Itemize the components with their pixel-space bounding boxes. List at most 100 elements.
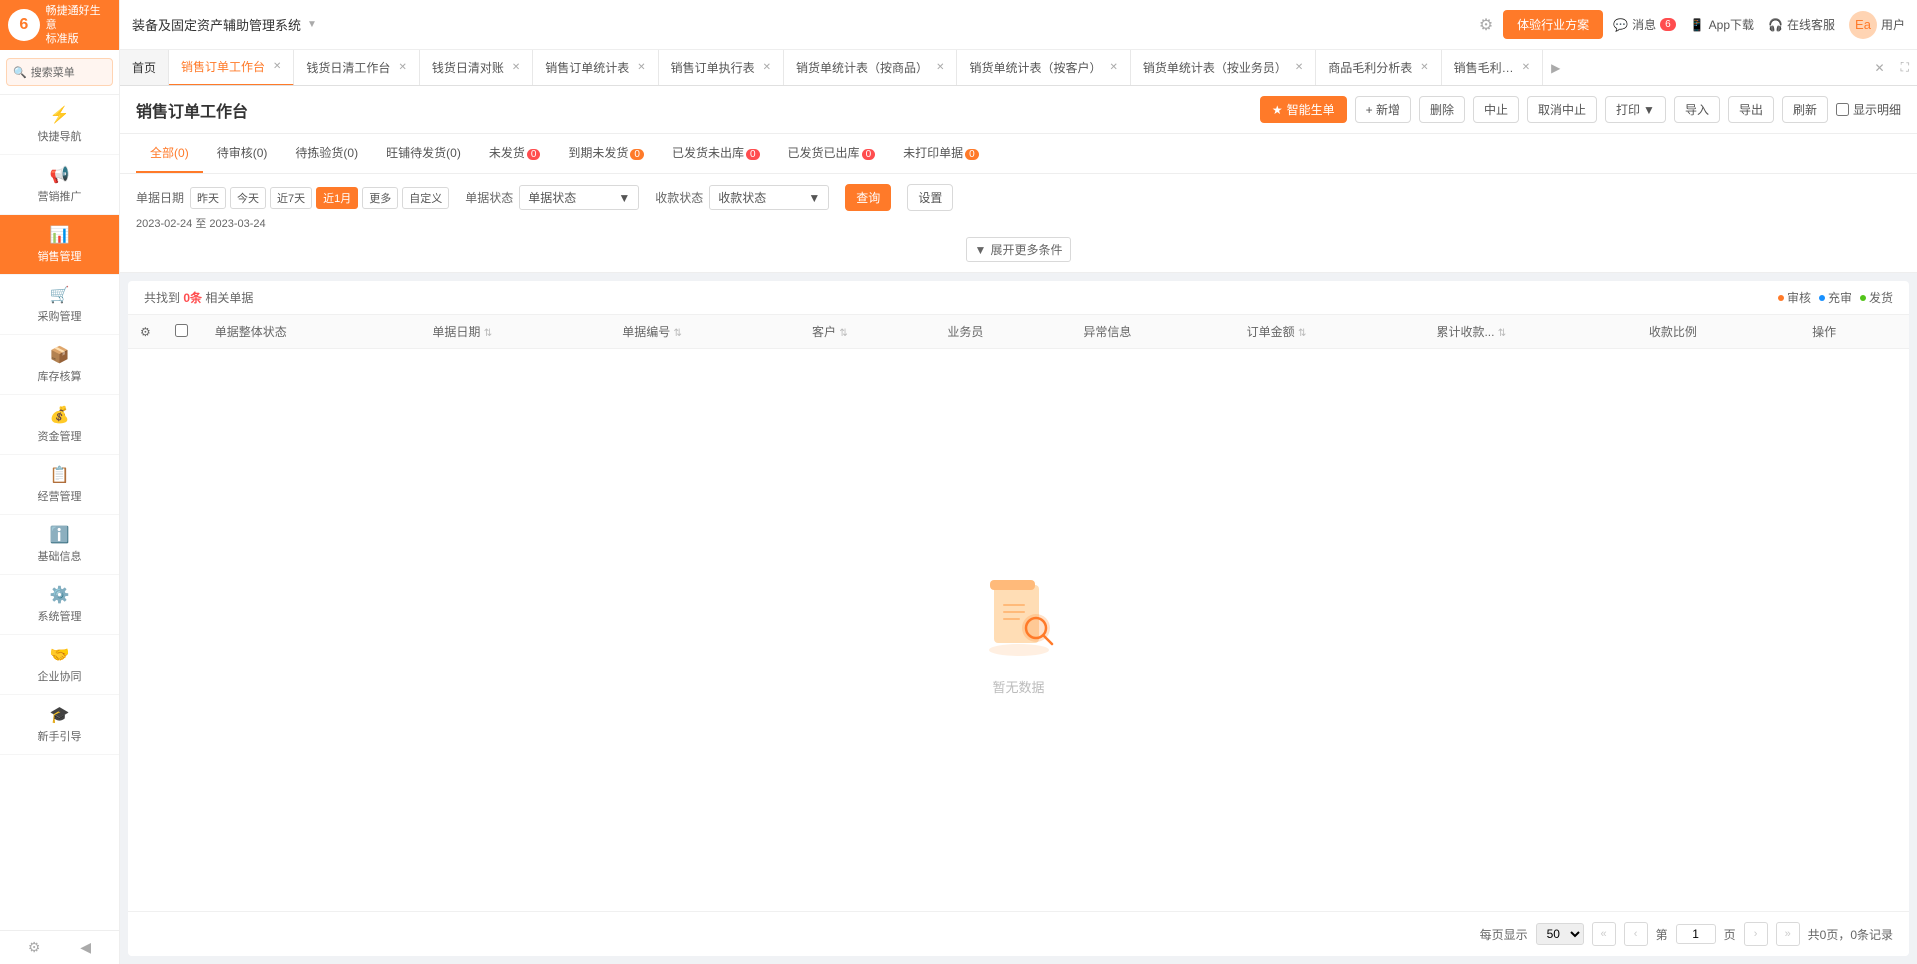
subtab-wangpu-pending[interactable]: 旺铺待发货(0) [372, 134, 475, 173]
tab-cashier-workbench[interactable]: 钱货日清工作台 ✕ [294, 50, 419, 86]
tab-close-icon[interactable]: ✕ [273, 61, 281, 72]
sort-icon: ⇅ [839, 328, 847, 339]
print-button[interactable]: 打印 ▼ [1605, 96, 1666, 123]
tab-close-icon[interactable]: ✕ [1109, 62, 1117, 73]
tab-close-icon[interactable]: ✕ [1522, 62, 1530, 73]
subtab-shipped-not-out[interactable]: 已发货未出库0 [658, 134, 774, 173]
date-btn-1month[interactable]: 近1月 [316, 187, 358, 209]
tab-sales-by-customer[interactable]: 销货单统计表（按客户） ✕ [957, 50, 1130, 86]
tab-home[interactable]: 首页 [120, 50, 169, 86]
date-btn-custom[interactable]: 自定义 [402, 187, 449, 209]
sidebar-item-enterprise[interactable]: 🤝 企业协同 [0, 635, 119, 695]
stop-button[interactable]: 中止 [1473, 96, 1519, 123]
tabbar-close-all-icon[interactable]: ✕ [1867, 50, 1893, 86]
prev-page-button[interactable]: ‹ [1624, 922, 1648, 946]
subtabs: 全部(0) 待审核(0) 待拣验货(0) 旺铺待发货(0) 未发货0 到期未发货… [120, 134, 1917, 174]
show-detail-checkbox[interactable] [1836, 103, 1849, 116]
subtab-pending-review[interactable]: 待审核(0) [203, 134, 282, 173]
settings-footer-icon[interactable]: ⚙ [28, 939, 41, 956]
subtab-not-printed[interactable]: 未打印单据0 [889, 134, 993, 173]
tab-sales-by-product[interactable]: 销货单统计表（按商品） ✕ [784, 50, 957, 86]
next-page-button[interactable]: › [1744, 922, 1768, 946]
message-button[interactable]: 💬 消息 6 [1613, 16, 1676, 33]
sidebar-item-operations[interactable]: 📋 经营管理 [0, 455, 119, 515]
date-btn-more[interactable]: 更多 [362, 187, 398, 209]
expand-more-button[interactable]: ▼ 展开更多条件 [966, 237, 1072, 262]
sidebar-item-basic-info[interactable]: ℹ️ 基础信息 [0, 515, 119, 575]
review-action-button[interactable]: 审核 [1778, 289, 1811, 306]
tab-sales-gross[interactable]: 销售毛利… ✕ [1442, 50, 1543, 86]
sidebar-item-marketing[interactable]: 📢 营销推广 [0, 155, 119, 215]
export-button[interactable]: 导出 [1728, 96, 1774, 123]
status-select[interactable]: 单据状态 ▼ [519, 185, 639, 210]
date-btn-yesterday[interactable]: 昨天 [190, 187, 226, 209]
sidebar-item-inventory[interactable]: 📦 库存核算 [0, 335, 119, 395]
refresh-button[interactable]: 刷新 [1782, 96, 1828, 123]
column-customer[interactable]: 客户 ⇅ [800, 315, 935, 349]
sidebar-item-finance[interactable]: 💰 资金管理 [0, 395, 119, 455]
status-select-arrow: ▼ [618, 191, 630, 205]
tab-sales-exec[interactable]: 销售订单执行表 ✕ [659, 50, 784, 86]
tabbar-expand-icon[interactable]: ⛶ [1893, 50, 1917, 86]
topbar-settings-icon[interactable]: ⚙ [1479, 15, 1493, 35]
column-doc-number[interactable]: 单据编号 ⇅ [610, 315, 800, 349]
tab-cashier-reconcile[interactable]: 钱货日清对账 ✕ [420, 50, 533, 86]
app-download-button[interactable]: 📱 App下载 [1690, 16, 1754, 33]
table-header-row: ⚙ 单据整体状态 单据日期 ⇅ [128, 315, 1909, 349]
tab-sales-workbench[interactable]: 销售订单工作台 ✕ [169, 50, 294, 86]
tab-sales-stats[interactable]: 销售订单统计表 ✕ [533, 50, 658, 86]
subtab-shipped-out[interactable]: 已发货已出库0 [774, 134, 890, 173]
tab-close-icon[interactable]: ✕ [1295, 62, 1303, 73]
date-btn-7days[interactable]: 近7天 [270, 187, 312, 209]
sidebar-item-quick-nav[interactable]: ⚡ 快捷导航 [0, 95, 119, 155]
solution-button[interactable]: 体验行业方案 [1503, 10, 1603, 39]
query-button[interactable]: 查询 [845, 184, 891, 211]
show-detail-label[interactable]: 显示明细 [1836, 101, 1901, 118]
user-menu[interactable]: Ea 用户 [1849, 11, 1905, 39]
subtab-all[interactable]: 全部(0) [136, 134, 203, 173]
add-button[interactable]: + 新增 [1355, 96, 1411, 123]
cancel-stop-button[interactable]: 取消中止 [1527, 96, 1597, 123]
first-page-button[interactable]: « [1592, 922, 1616, 946]
smart-create-button[interactable]: ★ 智能生单 [1260, 96, 1347, 123]
per-page-select[interactable]: 50 [1536, 923, 1584, 945]
subtab-not-shipped[interactable]: 未发货0 [475, 134, 555, 173]
column-doc-date[interactable]: 单据日期 ⇅ [420, 315, 610, 349]
column-settings[interactable]: ⚙ [128, 315, 163, 349]
column-checkbox[interactable] [163, 315, 203, 349]
tab-close-icon[interactable]: ✕ [637, 62, 645, 73]
date-btn-today[interactable]: 今天 [230, 187, 266, 209]
sidebar-item-system[interactable]: ⚙️ 系统管理 [0, 575, 119, 635]
tabbar-more-button[interactable]: ▶ [1543, 50, 1568, 86]
tab-sales-by-staff[interactable]: 销货单统计表（按业务员） ✕ [1131, 50, 1316, 86]
select-all-checkbox[interactable] [175, 324, 188, 337]
ship-action-button[interactable]: 发货 [1860, 289, 1893, 306]
cancel-review-action-button[interactable]: 充审 [1819, 289, 1852, 306]
payment-select[interactable]: 收款状态 ▼ [709, 185, 829, 210]
import-button[interactable]: 导入 [1674, 96, 1720, 123]
tab-close-icon[interactable]: ✕ [512, 62, 520, 73]
finance-icon: 💰 [50, 405, 70, 425]
search-menu-button[interactable]: 🔍 搜索菜单 [6, 58, 113, 86]
sidebar-item-newbie[interactable]: 🎓 新手引导 [0, 695, 119, 755]
online-service-button[interactable]: 🎧 在线客服 [1768, 16, 1835, 33]
subtab-overdue-not-shipped[interactable]: 到期未发货0 [554, 134, 658, 173]
last-page-button[interactable]: » [1776, 922, 1800, 946]
shipped-out-badge: 0 [862, 149, 876, 160]
column-order-amount[interactable]: 订单金额 ⇅ [1235, 315, 1425, 349]
tab-gross-profit[interactable]: 商品毛利分析表 ✕ [1316, 50, 1441, 86]
collapse-icon[interactable]: ◀ [80, 939, 91, 956]
column-cumulative-payment[interactable]: 累计收款... ⇅ [1424, 315, 1636, 349]
subtab-pending-inspect[interactable]: 待拣验货(0) [281, 134, 372, 173]
table-scroll-container[interactable]: ⚙ 单据整体状态 单据日期 ⇅ [128, 315, 1909, 349]
delete-button[interactable]: 删除 [1419, 96, 1465, 123]
sidebar-item-purchase[interactable]: 🛒 采购管理 [0, 275, 119, 335]
page-input[interactable] [1676, 924, 1716, 944]
tab-close-icon[interactable]: ✕ [936, 62, 944, 73]
sidebar-item-sales[interactable]: 📊 销售管理 [0, 215, 119, 275]
filter-settings-button[interactable]: 设置 [907, 184, 953, 211]
tab-close-icon[interactable]: ✕ [1420, 62, 1428, 73]
content-area: 销售订单工作台 ★ 智能生单 + 新增 删除 中止 取消中止 打印 ▼ 导入 导… [120, 86, 1917, 964]
tab-close-icon[interactable]: ✕ [763, 62, 771, 73]
tab-close-icon[interactable]: ✕ [398, 62, 406, 73]
